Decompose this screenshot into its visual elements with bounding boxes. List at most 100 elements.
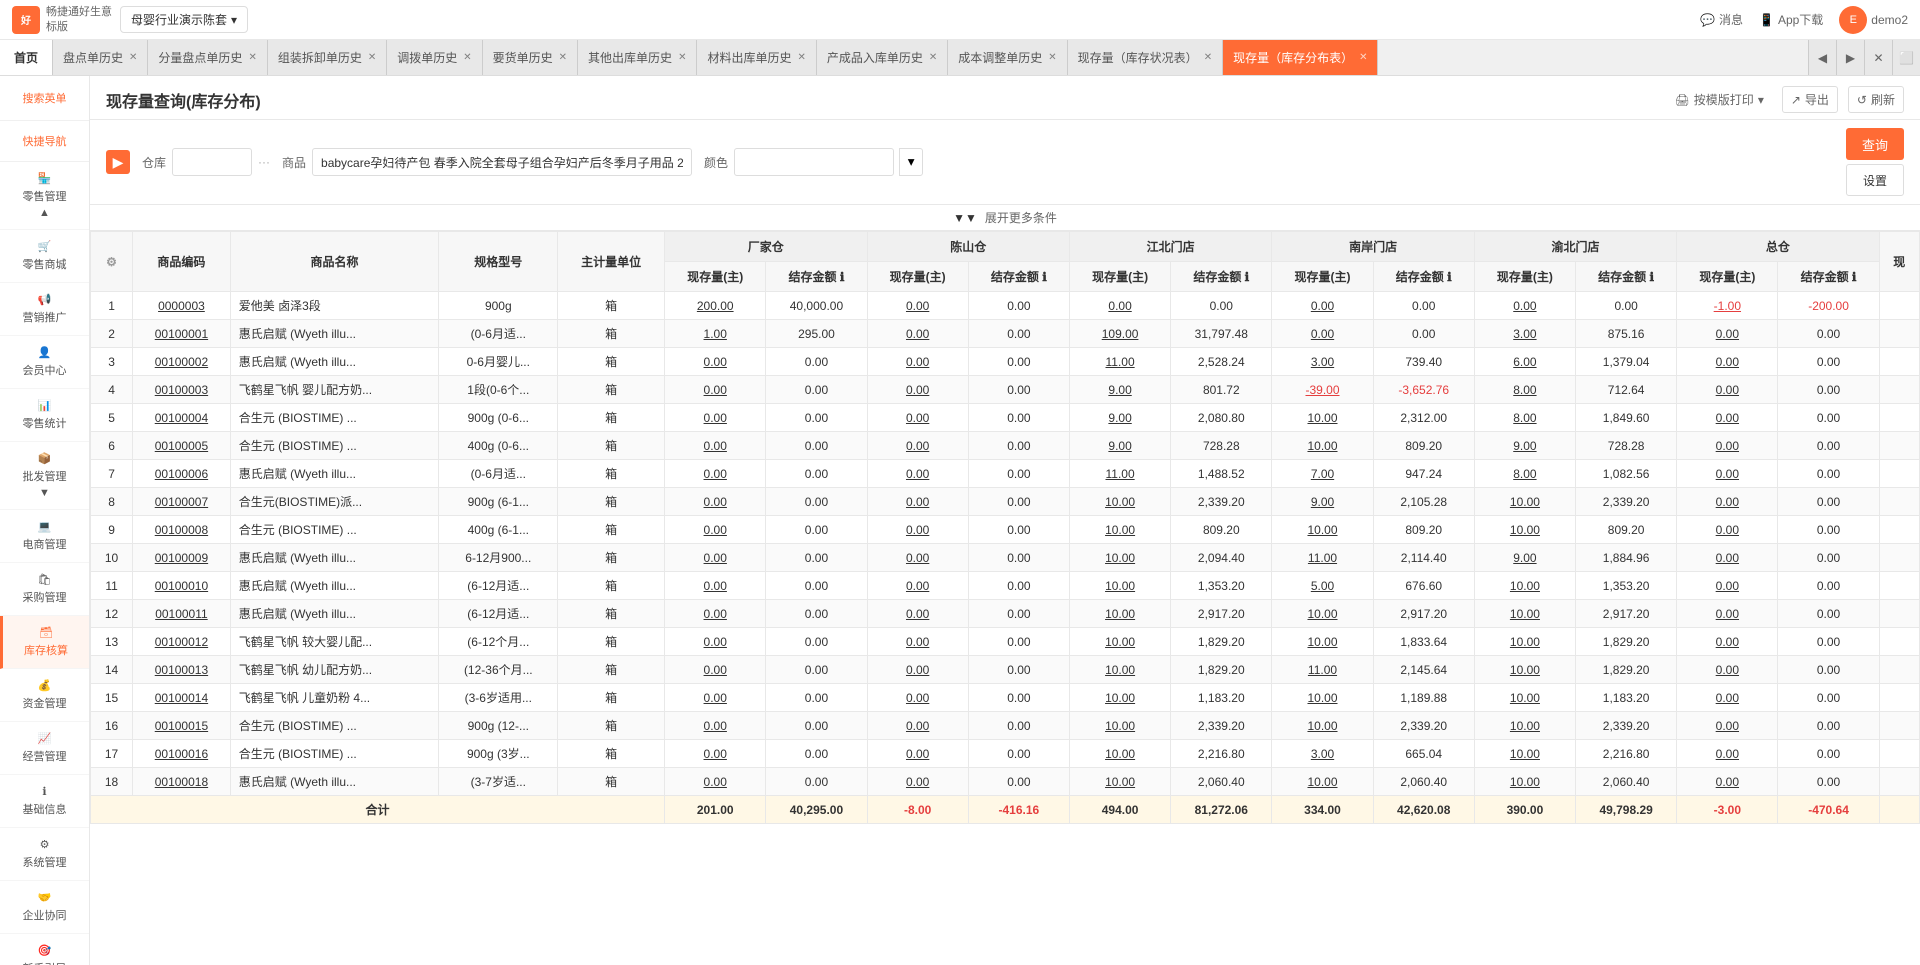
col-extra: 现 [1879, 232, 1919, 292]
cell-spec: (3-6岁适用... [439, 684, 558, 712]
print-btn[interactable]: 🖨 按模版打印 ▾ [1667, 87, 1772, 112]
cell-f-qty: 0.00 [665, 628, 766, 656]
tab-fenpan[interactable]: 分量盘点单历史 ✕ [148, 40, 267, 75]
close-icon[interactable]: ✕ [678, 52, 686, 63]
search-nav-btn[interactable]: 搜索英单 [6, 84, 83, 112]
color-dropdown-btn[interactable]: ▾ [899, 148, 923, 176]
sidebar-item-dianshang[interactable]: 💻 电商管理 [0, 510, 89, 563]
goods-input[interactable] [312, 148, 692, 176]
tab-diaob[interactable]: 调拨单历史 ✕ [387, 40, 482, 75]
cell-yb-qty: 10.00 [1474, 656, 1575, 684]
cell-c-amt: 0.00 [968, 488, 1069, 516]
cell-f-qty: 1.00 [665, 320, 766, 348]
cell-f-qty: 0.00 [665, 684, 766, 712]
cell-unit: 箱 [558, 656, 665, 684]
tab-yaohuo[interactable]: 要货单历史 ✕ [483, 40, 578, 75]
cell-c-qty: 0.00 [867, 656, 968, 684]
table-row: 9 00100008 合生元 (BIOSTIME) ... 400g (6-1.… [91, 516, 1920, 544]
cell-c-amt: 0.00 [968, 348, 1069, 376]
tab-xiancun-fenbupiao[interactable]: 现存量（库存分布表） ✕ [1223, 40, 1378, 75]
nav-icon: 💻 [38, 520, 52, 533]
sidebar-item-huiyuan[interactable]: 👤 会员中心 [0, 336, 89, 389]
sidebar-item-zijin[interactable]: 💰 资金管理 [0, 669, 89, 722]
cell-unit: 箱 [558, 740, 665, 768]
tab-chanpin[interactable]: 产成品入库单历史 ✕ [817, 40, 948, 75]
search-btn[interactable]: 查询 [1846, 128, 1904, 160]
cell-yb-amt: 1,849.60 [1576, 404, 1677, 432]
cell-jb-qty: 9.00 [1069, 404, 1170, 432]
close-icon[interactable]: ✕ [463, 52, 471, 63]
sidebar-item-lingshoutj[interactable]: 📊 零售统计 [0, 389, 89, 442]
sidebar-item-lingshougauli[interactable]: 🏪 零售管理▲ [0, 162, 89, 230]
tab-next-btn[interactable]: ▶ [1836, 40, 1864, 75]
cell-t-amt: 0.00 [1778, 404, 1879, 432]
cell-spec: 400g (6-1... [439, 516, 558, 544]
col-spec: 规格型号 [439, 232, 558, 292]
cell-na-amt: 947.24 [1373, 460, 1474, 488]
tab-cailiao[interactable]: 材料出库单历史 ✕ [697, 40, 816, 75]
col-settings[interactable]: ⚙ [91, 232, 133, 292]
cell-t-qty: 0.00 [1677, 432, 1778, 460]
cell-extra [1879, 404, 1919, 432]
sidebar-item-qiye[interactable]: 🤝 企业协同 [0, 881, 89, 934]
close-icon[interactable]: ✕ [929, 52, 937, 63]
message-btn[interactable]: 💬 消息 [1700, 11, 1743, 28]
tab-expand-btn[interactable]: ⬜ [1892, 40, 1920, 75]
tab-home[interactable]: 首页 [0, 40, 53, 75]
sidebar-item-xitong[interactable]: ⚙ 系统管理 [0, 828, 89, 881]
tab-zuhe[interactable]: 组装拆卸单历史 ✕ [268, 40, 387, 75]
cell-jb-amt: 1,183.20 [1171, 684, 1272, 712]
cell-jb-amt: 801.72 [1171, 376, 1272, 404]
sidebar-item-pifaguanli[interactable]: 📦 批发管理▼ [0, 442, 89, 510]
close-icon[interactable]: ✕ [248, 52, 256, 63]
cell-f-amt: 0.00 [766, 600, 867, 628]
tab-close-all-btn[interactable]: ✕ [1864, 40, 1892, 75]
export-btn[interactable]: ↗ 导出 [1782, 86, 1838, 113]
filter-toggle-btn[interactable]: ▶ [106, 150, 130, 174]
tab-chengben[interactable]: 成本调整单历史 ✕ [948, 40, 1067, 75]
close-icon[interactable]: ✕ [1204, 52, 1212, 63]
sidebar-item-caigou[interactable]: 🛍 采购管理 [0, 563, 89, 616]
warehouse-input[interactable] [172, 148, 252, 176]
sidebar-item-lingshoucheng[interactable]: 🛒 零售商城 [0, 230, 89, 283]
color-input[interactable] [734, 148, 894, 176]
sidebar-item-yingxiao[interactable]: 📢 营销推广 [0, 283, 89, 336]
table-row: 2 00100001 惠氏启赋 (Wyeth illu... (0-6月适...… [91, 320, 1920, 348]
table-row: 10 00100009 惠氏启赋 (Wyeth illu... 6-12月900… [91, 544, 1920, 572]
total-f-amt: 40,295.00 [766, 796, 867, 824]
cell-yb-qty: 10.00 [1474, 712, 1575, 740]
sidebar-item-jichuxinxi[interactable]: ℹ 基础信息 [0, 775, 89, 828]
close-icon[interactable]: ✕ [129, 52, 137, 63]
cell-c-amt: 0.00 [968, 600, 1069, 628]
close-icon[interactable]: ✕ [368, 52, 376, 63]
tab-qita[interactable]: 其他出库单历史 ✕ [578, 40, 697, 75]
table-row: 12 00100011 惠氏启赋 (Wyeth illu... (6-12月适.… [91, 600, 1920, 628]
expand-conditions-btn[interactable]: 展开更多条件 [985, 209, 1057, 226]
quick-nav-btn[interactable]: 快捷导航 [6, 127, 83, 155]
cell-no: 3 [91, 348, 133, 376]
avatar: E [1839, 6, 1867, 34]
refresh-btn[interactable]: ↺ 刷新 [1848, 86, 1904, 113]
close-icon[interactable]: ✕ [797, 52, 805, 63]
close-icon[interactable]: ✕ [1048, 52, 1056, 63]
cell-f-amt: 0.00 [766, 656, 867, 684]
tab-prev-btn[interactable]: ◀ [1808, 40, 1836, 75]
org-selector[interactable]: 母婴行业演示陈套 ▾ [120, 6, 248, 33]
cell-unit: 箱 [558, 712, 665, 740]
cell-yb-amt: 1,884.96 [1576, 544, 1677, 572]
close-icon[interactable]: ✕ [1359, 52, 1367, 63]
col-name: 商品名称 [230, 232, 439, 292]
col-yuanbei: 渝北门店 [1474, 232, 1676, 262]
cell-na-amt: 0.00 [1373, 292, 1474, 320]
tab-xiancun-zhuangkuang[interactable]: 现存量（库存状况表） ✕ [1068, 40, 1223, 75]
sidebar-item-jingying[interactable]: 📈 经营管理 [0, 722, 89, 775]
close-icon[interactable]: ✕ [559, 52, 567, 63]
cell-code: 00100013 [133, 656, 231, 684]
table-container[interactable]: ⚙ 商品编码 商品名称 规格型号 主计量单位 厂家仓 陈山仓 江北门店 南岸门店… [90, 231, 1920, 965]
user-area[interactable]: E demo2 [1839, 6, 1908, 34]
setting-btn[interactable]: 设置 [1846, 164, 1904, 196]
tab-pandian[interactable]: 盘点单历史 ✕ [53, 40, 148, 75]
sidebar-item-xinshou[interactable]: 🎯 新手引导 [0, 934, 89, 965]
app-download-btn[interactable]: 📱 App下载 [1759, 11, 1823, 28]
sidebar-item-kucun[interactable]: 🗃 库存核算 [0, 616, 89, 669]
